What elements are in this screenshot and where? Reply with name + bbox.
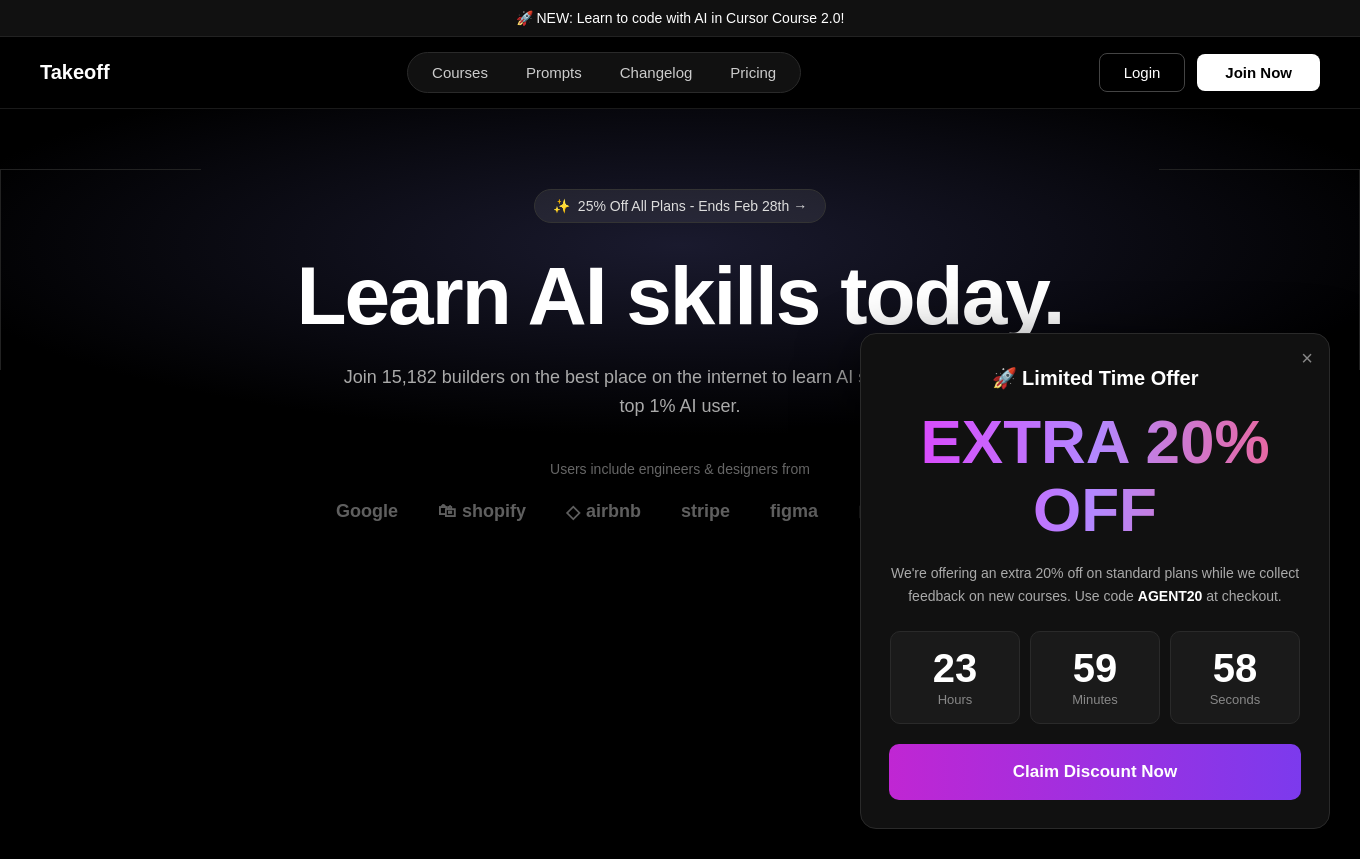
- popup-header-text: Limited Time Offer: [1022, 367, 1198, 389]
- nav-changelog[interactable]: Changelog: [602, 57, 711, 88]
- popup-code: AGENT20: [1138, 588, 1203, 604]
- banner-link[interactable]: NEW: Learn to code with AI in Cursor Cou…: [537, 10, 845, 26]
- banner-emoji: 🚀: [516, 10, 533, 26]
- popup-header: 🚀 Limited Time Offer: [889, 366, 1301, 390]
- nav-courses[interactable]: Courses: [414, 57, 506, 88]
- companies-label: Users include engineers & designers from: [550, 461, 810, 477]
- countdown-row: 23 Hours 59 Minutes 58 Seconds: [889, 631, 1301, 724]
- countdown-hours: 23 Hours: [890, 631, 1020, 724]
- nav-right: Login Join Now: [1099, 53, 1320, 92]
- popup-overlay: × 🚀 Limited Time Offer EXTRA 20% OFF We'…: [860, 333, 1330, 829]
- popup-big-text: EXTRA 20% OFF: [889, 408, 1301, 544]
- seconds-label: Seconds: [1171, 692, 1299, 707]
- minutes-value: 59: [1031, 648, 1159, 688]
- nav-prompts[interactable]: Prompts: [508, 57, 600, 88]
- hero-title: Learn AI skills today.: [296, 253, 1063, 339]
- company-stripe: stripe: [681, 501, 730, 522]
- top-banner: 🚀 NEW: Learn to code with AI in Cursor C…: [0, 0, 1360, 37]
- main-nav: Courses Prompts Changelog Pricing: [407, 52, 801, 93]
- badge-text: 25% Off All Plans - Ends Feb 28th →: [578, 198, 807, 214]
- countdown-seconds: 58 Seconds: [1170, 631, 1300, 724]
- company-figma: figma: [770, 501, 818, 522]
- nav-pricing[interactable]: Pricing: [712, 57, 794, 88]
- hours-label: Hours: [891, 692, 1019, 707]
- claim-button[interactable]: Claim Discount Now: [889, 744, 1301, 800]
- company-google: Google: [336, 501, 398, 522]
- popup-close-button[interactable]: ×: [1301, 348, 1313, 368]
- logo: Takeoff: [40, 61, 110, 84]
- countdown-minutes: 59 Minutes: [1030, 631, 1160, 724]
- company-shopify: 🛍 shopify: [438, 501, 526, 522]
- company-airbnb: ◇ airbnb: [566, 501, 641, 523]
- popup-header-emoji: 🚀: [992, 367, 1017, 389]
- minutes-label: Minutes: [1031, 692, 1159, 707]
- hours-value: 23: [891, 648, 1019, 688]
- popup-desc-2: at checkout.: [1202, 588, 1281, 604]
- header: Takeoff Courses Prompts Changelog Pricin…: [0, 37, 1360, 109]
- discount-badge[interactable]: ✨ 25% Off All Plans - Ends Feb 28th →: [534, 189, 826, 223]
- seconds-value: 58: [1171, 648, 1299, 688]
- login-button[interactable]: Login: [1099, 53, 1186, 92]
- popup-desc: We're offering an extra 20% off on stand…: [889, 562, 1301, 607]
- join-button[interactable]: Join Now: [1197, 54, 1320, 91]
- badge-emoji: ✨: [553, 198, 570, 214]
